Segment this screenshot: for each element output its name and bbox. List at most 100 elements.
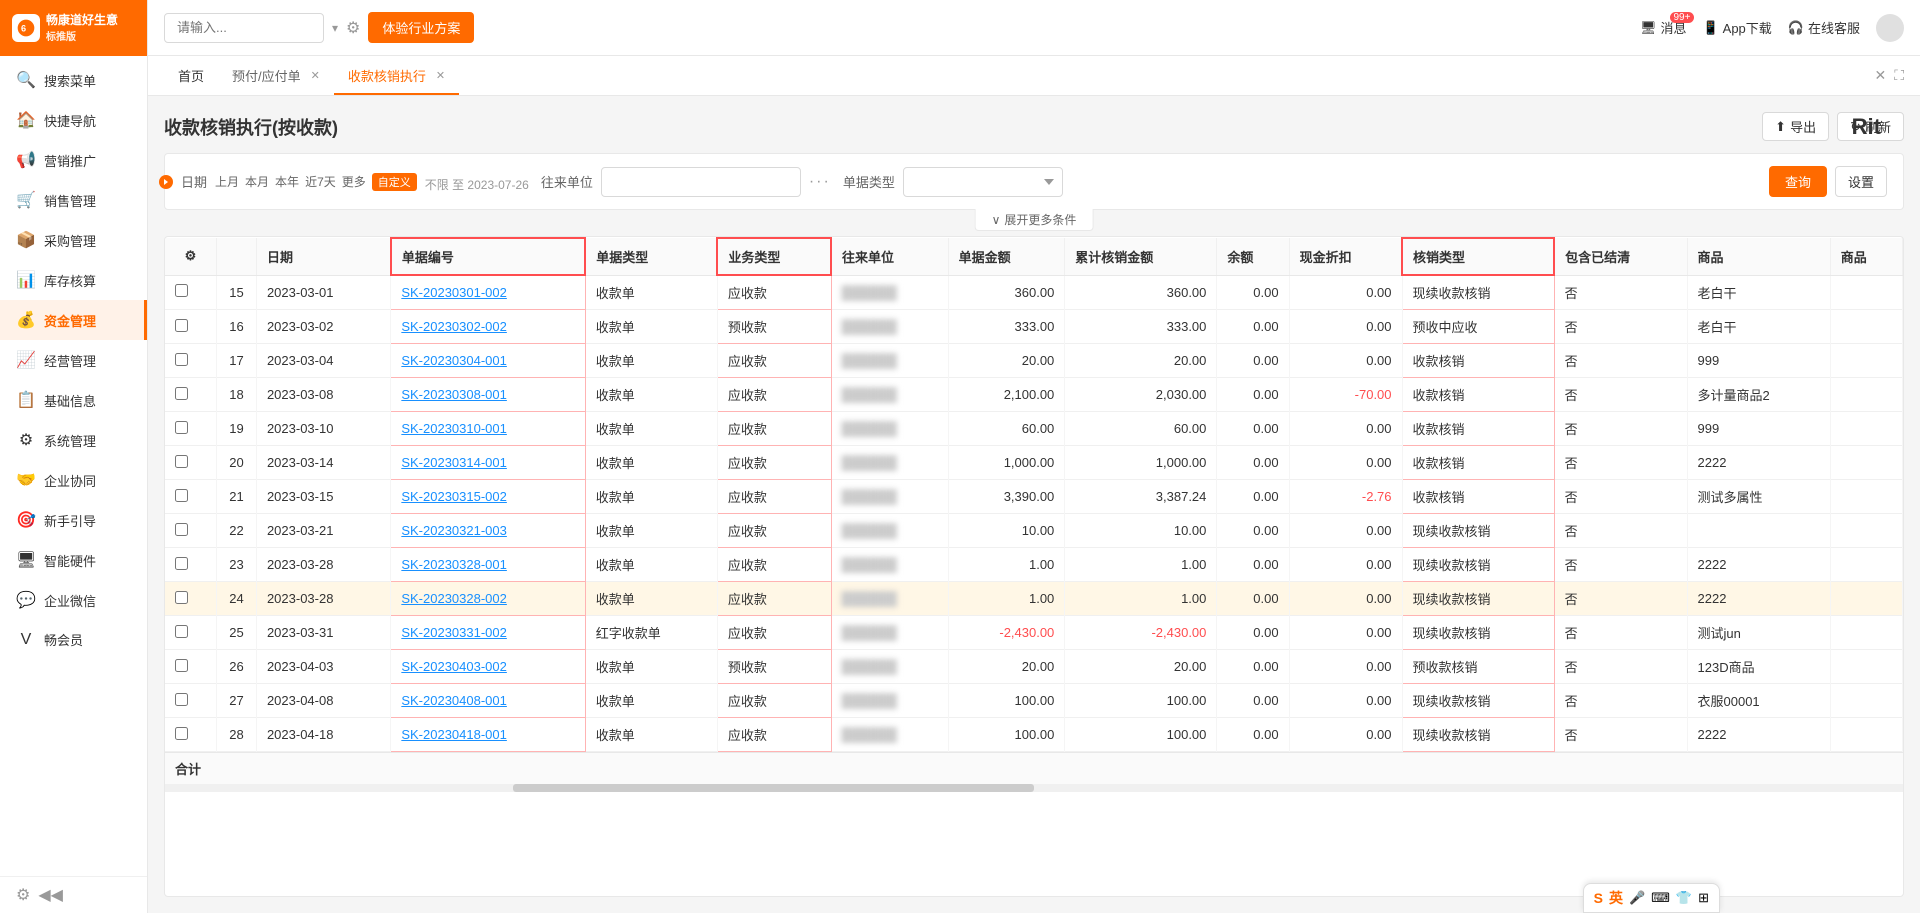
cell-idx: 24 xyxy=(216,582,256,616)
cell-doc-no[interactable]: SK-20230302-002 xyxy=(391,310,585,344)
cell-doc-no[interactable]: SK-20230328-001 xyxy=(391,548,585,582)
date-last-month[interactable]: 上月 xyxy=(215,173,239,191)
doctype-select[interactable] xyxy=(903,167,1063,197)
horizontal-scrollbar[interactable] xyxy=(165,784,1903,792)
cell-date: 2023-03-10 xyxy=(256,412,390,446)
sidebar-item-purchase[interactable]: 📦采购管理 xyxy=(0,220,147,260)
sidebar-item-marketing[interactable]: 📢营销推广 xyxy=(0,140,147,180)
col-settings[interactable]: ⚙ xyxy=(165,238,216,275)
date-this-year[interactable]: 本年 xyxy=(275,173,299,191)
sidebar-icon-inventory: 📊 xyxy=(16,270,36,290)
col-verify-type: 核销类型 xyxy=(1402,238,1554,275)
table-row: 192023-03-10SK-20230310-001收款单应收款██████6… xyxy=(165,412,1903,446)
cell-doc-no[interactable]: SK-20230331-002 xyxy=(391,616,585,650)
dropdown-arrow-icon[interactable]: ▾ xyxy=(332,21,338,35)
expand-tab-btn[interactable]: ⛶ xyxy=(1894,67,1904,84)
user-avatar[interactable] xyxy=(1876,14,1904,42)
cell-biz-type: 应收款 xyxy=(717,684,831,718)
cell-doc-no[interactable]: SK-20230408-001 xyxy=(391,684,585,718)
sidebar-item-hardware[interactable]: 🖥智能硬件 xyxy=(0,540,147,580)
settings-button[interactable]: 设置 xyxy=(1835,166,1887,197)
tab-receivable[interactable]: 预付/应付单 ✕ xyxy=(218,58,334,95)
cell-doc-type: 收款单 xyxy=(585,480,717,514)
partner-input[interactable] xyxy=(601,167,801,197)
cell-amount: 60.00 xyxy=(948,412,1065,446)
date-this-month[interactable]: 本月 xyxy=(245,173,269,191)
cell-doc-no[interactable]: SK-20230314-001 xyxy=(391,446,585,480)
cell-total-verify: 1,000.00 xyxy=(1065,446,1217,480)
solution-button[interactable]: 体验行业方案 xyxy=(368,12,474,43)
cell-doc-no[interactable]: SK-20230308-001 xyxy=(391,378,585,412)
ime-mic-icon[interactable]: 🎤 xyxy=(1629,890,1645,906)
table-row: 162023-03-02SK-20230302-002收款单预收款██████3… xyxy=(165,310,1903,344)
ime-keyboard-icon[interactable]: ⌨ xyxy=(1651,890,1670,906)
cell-doc-type: 收款单 xyxy=(585,275,717,310)
doctype-filter-label: 单据类型 xyxy=(843,172,895,191)
tab-close-collection[interactable]: ✕ xyxy=(436,69,445,82)
ime-grid-icon[interactable]: ⊞ xyxy=(1698,890,1709,906)
ime-logo-text: 英 xyxy=(1609,888,1623,908)
cell-cash-discount: 0.00 xyxy=(1289,718,1402,752)
tab-collection[interactable]: 收款核销执行 ✕ xyxy=(334,58,459,95)
export-button[interactable]: ⬆ 导出 xyxy=(1762,112,1829,141)
cell-doc-no[interactable]: SK-20230418-001 xyxy=(391,718,585,752)
cell-doc-no[interactable]: SK-20230315-002 xyxy=(391,480,585,514)
cell-doc-no[interactable]: SK-20230304-001 xyxy=(391,344,585,378)
cell-doc-no[interactable]: SK-20230321-003 xyxy=(391,514,585,548)
date-more[interactable]: 更多 xyxy=(342,173,366,191)
app-download-button[interactable]: 📱 App下载 xyxy=(1702,18,1771,37)
sidebar-item-system[interactable]: ⚙系统管理 xyxy=(0,420,147,460)
cell-idx: 17 xyxy=(216,344,256,378)
export-icon: ⬆ xyxy=(1775,119,1786,135)
cell-balance: 0.00 xyxy=(1217,514,1289,548)
sidebar-item-shortcut[interactable]: 🏠快捷导航 xyxy=(0,100,147,140)
cell-biz-type: 应收款 xyxy=(717,378,831,412)
more-filter-dots[interactable]: ··· xyxy=(809,173,831,191)
date-7days[interactable]: 近7天 xyxy=(305,173,336,191)
doctype-filter-group: 单据类型 xyxy=(843,167,1063,197)
settings-icon[interactable]: ⚙ xyxy=(16,885,30,905)
search-input[interactable] xyxy=(164,13,324,43)
table-scroll[interactable]: ⚙ 日期 单据编号 单据类型 业务类型 往来单位 单据金额 累计核销金额 余额 … xyxy=(165,237,1903,896)
sidebar-item-sales[interactable]: 🛒销售管理 xyxy=(0,180,147,220)
sidebar-icon-system: ⚙ xyxy=(16,430,36,450)
sidebar-item-inventory[interactable]: 📊库存核算 xyxy=(0,260,147,300)
sidebar-item-wecom[interactable]: 💬企业微信 xyxy=(0,580,147,620)
cell-partner: ██████ xyxy=(831,616,948,650)
cell-doc-no[interactable]: SK-20230403-002 xyxy=(391,650,585,684)
rit-label: Rit xyxy=(1852,114,1881,140)
messages-button[interactable]: 🖥 消息 99+ xyxy=(1640,18,1687,37)
sidebar-item-corp[interactable]: 🤝企业协同 xyxy=(0,460,147,500)
service-button[interactable]: 🎧 在线客服 xyxy=(1788,18,1860,37)
tab-close-receivable[interactable]: ✕ xyxy=(311,69,320,82)
sidebar-item-guide[interactable]: 🎯新手引导 xyxy=(0,500,147,540)
cell-partner: ██████ xyxy=(831,548,948,582)
tab-home[interactable]: 首页 xyxy=(164,58,218,95)
cell-verify-type: 收款核销 xyxy=(1402,412,1554,446)
sidebar-item-finance[interactable]: 💰资金管理 xyxy=(0,300,147,340)
sidebar-item-search[interactable]: 🔍搜索菜单 xyxy=(0,60,147,100)
table-row: 262023-04-03SK-20230403-002收款单预收款██████2… xyxy=(165,650,1903,684)
cell-goods2 xyxy=(1830,480,1902,514)
ime-shirt-icon[interactable]: 👕 xyxy=(1676,890,1692,906)
message-icon: 🖥 xyxy=(1640,20,1657,36)
cell-idx: 18 xyxy=(216,378,256,412)
sidebar-icon-search: 🔍 xyxy=(16,70,36,90)
table-row: 202023-03-14SK-20230314-001收款单应收款██████1… xyxy=(165,446,1903,480)
cell-doc-no[interactable]: SK-20230310-001 xyxy=(391,412,585,446)
collapse-icon[interactable]: ◀◀ xyxy=(38,885,63,905)
expand-more-conditions[interactable]: ∨ 展开更多条件 xyxy=(975,209,1094,231)
close-tab-btn[interactable]: ✕ xyxy=(1874,67,1886,84)
cell-doc-no[interactable]: SK-20230301-002 xyxy=(391,275,585,310)
cell-doc-no[interactable]: SK-20230328-002 xyxy=(391,582,585,616)
filter-expand-button[interactable] xyxy=(159,175,173,189)
sidebar-item-operation[interactable]: 📈经营管理 xyxy=(0,340,147,380)
col-biz-type: 业务类型 xyxy=(717,238,831,275)
col-cash-discount: 现金折扣 xyxy=(1289,238,1402,275)
query-button[interactable]: 查询 xyxy=(1769,166,1827,197)
sidebar-item-member[interactable]: V畅会员 xyxy=(0,620,147,659)
cell-goods: 多计量商品2 xyxy=(1687,378,1830,412)
gear-icon[interactable]: ⚙ xyxy=(346,18,360,38)
sidebar-item-basic[interactable]: 📋基础信息 xyxy=(0,380,147,420)
date-custom[interactable]: 自定义 xyxy=(372,173,417,191)
